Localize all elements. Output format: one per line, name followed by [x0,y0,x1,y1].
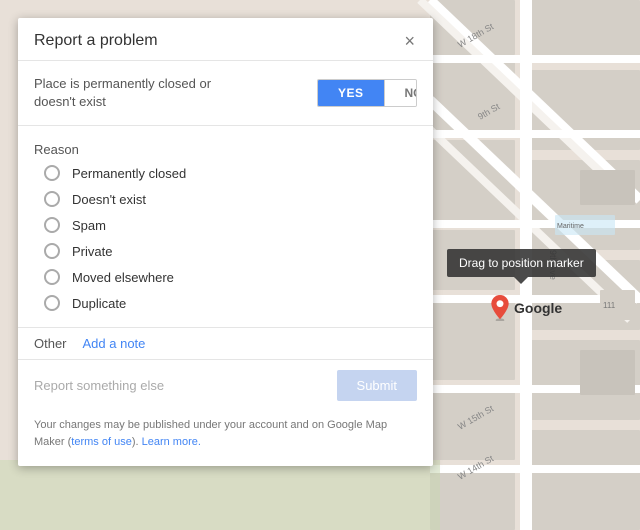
report-something-else-row: Report something else Submit [18,359,433,407]
add-note-link[interactable]: Add a note [83,336,146,351]
radio-circle-permanently-closed [44,165,60,181]
radio-option-doesnt-exist[interactable]: Doesn't exist [44,191,417,207]
dialog-header: Report a problem × [18,18,433,61]
radio-circle-private [44,243,60,259]
google-map-marker[interactable]: Google [490,295,562,321]
radio-text-doesnt-exist: Doesn't exist [72,192,146,207]
learn-more-link[interactable]: Learn more. [142,436,201,448]
radio-option-moved-elsewhere[interactable]: Moved elsewhere [44,269,417,285]
other-label: Other [34,336,67,351]
other-row: Other Add a note [18,327,433,359]
svg-text:111: 111 [603,301,616,310]
radio-option-spam[interactable]: Spam [44,217,417,233]
radio-circle-doesnt-exist [44,191,60,207]
svg-text:Maritime: Maritime [557,223,584,230]
radio-circle-moved-elsewhere [44,269,60,285]
radio-text-duplicate: Duplicate [72,296,126,311]
yes-button[interactable]: YES [318,80,384,106]
radio-text-private: Private [72,244,112,259]
report-else-label: Report something else [34,378,164,393]
submit-button[interactable]: Submit [337,370,417,401]
radio-text-permanently-closed: Permanently closed [72,166,186,181]
radio-option-duplicate[interactable]: Duplicate [44,295,417,311]
reason-section: Reason Permanently closed Doesn't exist Sp… [18,136,433,327]
reason-options: Permanently closed Doesn't exist Spam Priva… [34,165,417,311]
drag-position-tooltip: Drag to position marker [447,249,596,277]
radio-text-moved-elsewhere: Moved elsewhere [72,270,174,285]
yes-no-toggle[interactable]: YES NO [317,79,417,107]
divider-1 [18,125,433,126]
google-place-label: Google [514,300,562,316]
place-closed-toggle-row: Place is permanently closed or doesn't e… [18,61,433,125]
close-button[interactable]: × [402,32,417,50]
no-button[interactable]: NO [384,80,417,106]
report-problem-dialog: Report a problem × Place is permanently … [18,18,433,466]
reason-label: Reason [34,142,417,157]
toggle-label: Place is permanently closed or doesn't e… [34,75,254,111]
radio-circle-duplicate [44,295,60,311]
radio-option-private[interactable]: Private [44,243,417,259]
footer-text: Your changes may be published under your… [18,407,433,450]
radio-circle-spam [44,217,60,233]
radio-option-permanently-closed[interactable]: Permanently closed [44,165,417,181]
radio-text-spam: Spam [72,218,106,233]
terms-of-use-link[interactable]: terms of use [71,436,132,448]
dialog-title: Report a problem [34,32,158,50]
